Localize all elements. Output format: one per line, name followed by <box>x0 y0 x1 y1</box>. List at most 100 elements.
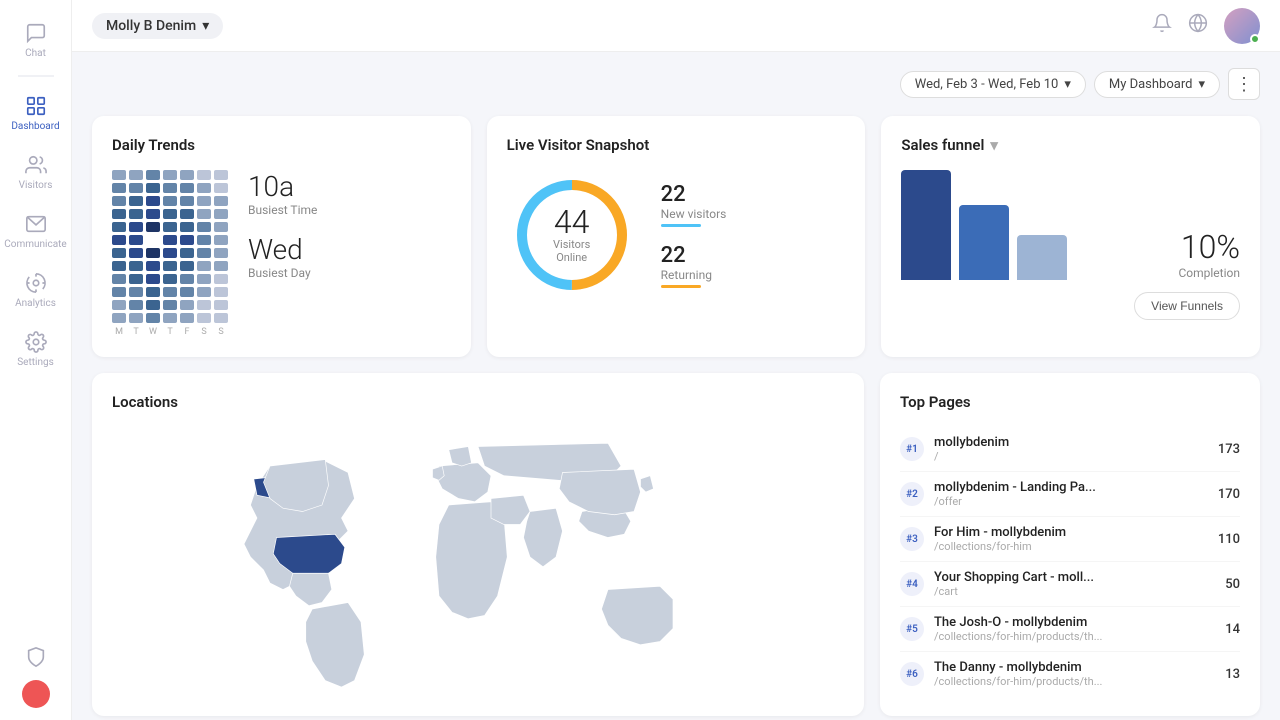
heatmap-day-label: T <box>163 327 177 337</box>
heatmap-cell <box>112 313 126 323</box>
top-page-row[interactable]: #2 mollybdenim - Landing Pa... /offer 17… <box>900 472 1240 517</box>
top-pages-list: #1 mollybdenim / 173 #2 mollybdenim - La… <box>900 427 1240 696</box>
view-funnels-wrap: View Funnels <box>901 280 1240 320</box>
widgets-row: Daily Trends MTWTFSS 10a Busiest Time We… <box>92 116 1260 357</box>
page-rank-badge: #6 <box>900 662 924 686</box>
topbar: Molly B Denim ▾ <box>72 0 1280 52</box>
top-page-row[interactable]: #6 The Danny - mollybdenim /collections/… <box>900 652 1240 696</box>
sales-funnel-widget: Sales funnel ▾ 10% Completion View Fu <box>881 116 1260 357</box>
heatmap-cell <box>180 313 194 323</box>
heatmap-grid <box>112 170 228 323</box>
page-url: /collections/for-him <box>934 540 1208 553</box>
heatmap-cell <box>112 261 126 271</box>
heatmap-cell <box>112 183 126 193</box>
sidebar-settings-label: Settings <box>17 357 54 368</box>
heatmap-cell <box>214 300 228 310</box>
world-map <box>112 427 844 687</box>
donut-center: 44 Visitors Online <box>539 206 604 264</box>
heatmap-cell <box>180 287 194 297</box>
heatmap-cell <box>214 287 228 297</box>
heatmap-cell <box>146 209 160 219</box>
heatmap-day-label: S <box>214 327 228 337</box>
sidebar-item-chat[interactable]: Chat <box>4 12 66 67</box>
returning-bar <box>661 285 701 288</box>
heatmap-cell <box>112 248 126 258</box>
sales-funnel-title: Sales funnel ▾ <box>901 136 1240 154</box>
returning-label: Returning <box>661 268 727 282</box>
heatmap-day-label: M <box>112 327 126 337</box>
funnel-bar-1 <box>901 170 951 280</box>
heatmap-cell <box>146 235 160 245</box>
top-page-row[interactable]: #1 mollybdenim / 173 <box>900 427 1240 472</box>
brand-selector[interactable]: Molly B Denim ▾ <box>92 13 223 39</box>
view-funnels-button[interactable]: View Funnels <box>1134 292 1240 320</box>
heatmap-cell <box>163 313 177 323</box>
heatmap-grid-wrap: MTWTFSS <box>112 170 228 337</box>
main-area: Molly B Denim ▾ <box>72 0 1280 720</box>
funnel-dropdown-icon[interactable]: ▾ <box>990 136 998 154</box>
live-visitor-title: Live Visitor Snapshot <box>507 136 846 154</box>
page-name: For Him - mollybdenim <box>934 525 1208 540</box>
heatmap-day-label: F <box>180 327 194 337</box>
heatmap-cell <box>180 170 194 180</box>
page-rank-badge: #4 <box>900 572 924 596</box>
date-row: Wed, Feb 3 - Wed, Feb 10 ▾ My Dashboard … <box>92 68 1260 100</box>
top-page-row[interactable]: #4 Your Shopping Cart - moll... /cart 50 <box>900 562 1240 607</box>
heatmap-cell <box>180 196 194 206</box>
sidebar-item-communicate[interactable]: Communicate <box>4 203 66 258</box>
notification-icon[interactable] <box>1152 13 1172 38</box>
heatmap-cell <box>197 300 211 310</box>
heatmap-cell <box>163 222 177 232</box>
busiest-day-label: Busiest Day <box>248 266 317 280</box>
heatmap-cell <box>112 170 126 180</box>
page-count: 50 <box>1225 577 1240 592</box>
heatmap-cell <box>214 313 228 323</box>
heatmap-cell <box>197 183 211 193</box>
dashboard-selector[interactable]: My Dashboard ▾ <box>1094 71 1220 98</box>
sidebar-user-avatar[interactable] <box>22 680 50 708</box>
date-range-selector[interactable]: Wed, Feb 3 - Wed, Feb 10 ▾ <box>900 71 1086 98</box>
user-avatar-wrap[interactable] <box>1224 8 1260 44</box>
heatmap-cell <box>129 287 143 297</box>
heatmap-cell <box>129 222 143 232</box>
page-name: Your Shopping Cart - moll... <box>934 570 1215 585</box>
page-count: 110 <box>1218 532 1240 547</box>
page-url: /collections/for-him/products/th... <box>934 675 1215 688</box>
top-page-row[interactable]: #5 The Josh-O - mollybdenim /collections… <box>900 607 1240 652</box>
page-url: /offer <box>934 495 1208 508</box>
heatmap-cell <box>146 300 160 310</box>
heatmap-cell <box>146 222 160 232</box>
page-info: mollybdenim / <box>934 435 1208 463</box>
funnel-pct-value: 10% <box>1178 228 1240 266</box>
heatmap-cell <box>214 196 228 206</box>
heatmap-cell <box>112 222 126 232</box>
sidebar-item-settings[interactable]: Settings <box>4 321 66 376</box>
dashboard-icon <box>23 93 49 119</box>
heatmap-cell <box>146 170 160 180</box>
busiest-time-value: 10a <box>248 170 317 203</box>
sidebar-item-visitors[interactable]: Visitors <box>4 144 66 199</box>
busiest-time-stat: 10a Busiest Time <box>248 170 317 217</box>
sidebar-item-analytics[interactable]: Analytics <box>4 262 66 317</box>
online-status-dot <box>1250 34 1260 44</box>
top-page-row[interactable]: #3 For Him - mollybdenim /collections/fo… <box>900 517 1240 562</box>
sidebar-item-dashboard[interactable]: Dashboard <box>4 85 66 140</box>
heatmap-cell <box>112 300 126 310</box>
heatmap-cell <box>129 170 143 180</box>
heatmap-cell <box>197 209 211 219</box>
donut-chart: 44 Visitors Online <box>507 170 637 300</box>
globe-icon[interactable] <box>1188 13 1208 38</box>
heatmap-cell <box>129 248 143 258</box>
funnel-bars <box>901 170 1178 280</box>
heatmap-cell <box>163 261 177 271</box>
heatmap-cell <box>214 170 228 180</box>
page-count: 170 <box>1218 487 1240 502</box>
top-pages-title: Top Pages <box>900 393 1240 411</box>
heatmap-cell <box>163 183 177 193</box>
heatmap-cell <box>112 209 126 219</box>
page-info: mollybdenim - Landing Pa... /offer <box>934 480 1208 508</box>
more-options-button[interactable]: ⋮ <box>1228 68 1260 100</box>
heatmap-cell <box>146 183 160 193</box>
sidebar-avatar[interactable] <box>25 646 47 672</box>
heatmap-cell <box>197 261 211 271</box>
